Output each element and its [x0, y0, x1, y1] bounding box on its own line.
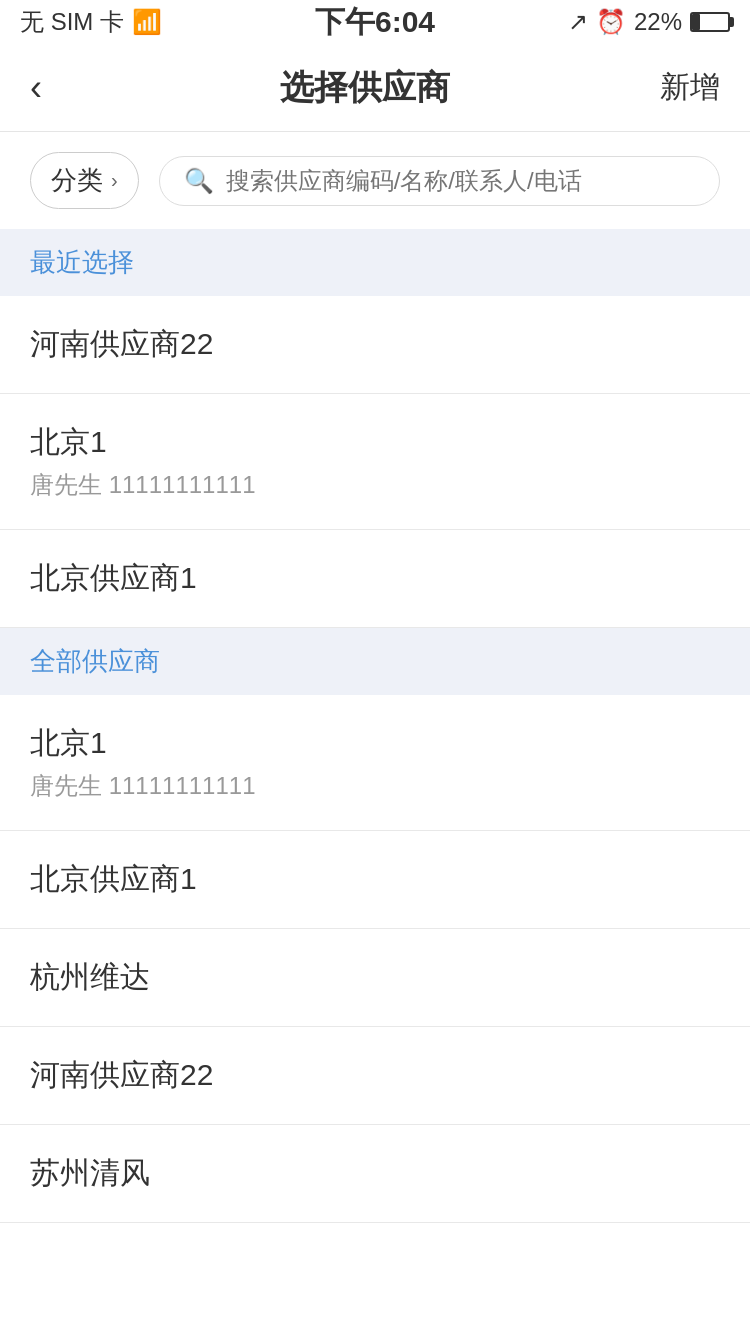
recent-section-header: 最近选择 — [0, 229, 750, 296]
status-left: 无 SIM 卡 📶 — [20, 6, 162, 38]
battery-percent: 22% — [634, 8, 682, 36]
item-name: 北京1 — [30, 422, 720, 463]
list-item[interactable]: 苏州清风 — [0, 1125, 750, 1223]
item-sub: 唐先生 11111111111 — [30, 770, 720, 802]
all-section-header: 全部供应商 — [0, 628, 750, 695]
item-name: 杭州维达 — [30, 957, 720, 998]
list-item[interactable]: 河南供应商22 — [0, 296, 750, 394]
list-item[interactable]: 北京供应商1 — [0, 530, 750, 628]
chevron-right-icon: › — [111, 169, 118, 192]
item-name: 北京1 — [30, 723, 720, 764]
list-item[interactable]: 北京供应商1 — [0, 831, 750, 929]
location-icon: ↗ — [568, 8, 588, 36]
battery-fill — [692, 14, 700, 30]
nav-title: 选择供应商 — [280, 65, 450, 111]
nav-bar: ‹ 选择供应商 新增 — [0, 44, 750, 132]
add-button[interactable]: 新增 — [640, 67, 720, 108]
item-name: 北京供应商1 — [30, 558, 720, 599]
all-items-list: 北京1 唐先生 11111111111 北京供应商1 杭州维达河南供应商22 苏州清风 — [0, 695, 750, 1223]
recent-items-list: 河南供应商22 北京1 唐先生 11111111111 北京供应商1 — [0, 296, 750, 628]
item-name: 河南供应商22 — [30, 1055, 720, 1096]
search-input[interactable] — [226, 167, 695, 195]
list-item[interactable]: 杭州维达 — [0, 929, 750, 1027]
status-bar: 无 SIM 卡 📶 下午6:04 ↗ ⏰ 22% — [0, 0, 750, 44]
all-section-label: 全部供应商 — [30, 646, 160, 676]
wifi-icon: 📶 — [132, 8, 162, 36]
recent-section-label: 最近选择 — [30, 247, 134, 277]
alarm-icon: ⏰ — [596, 8, 626, 36]
item-name: 河南供应商22 — [30, 324, 720, 365]
back-button[interactable]: ‹ — [30, 67, 90, 109]
no-sim-label: 无 SIM 卡 — [20, 6, 124, 38]
category-filter[interactable]: 分类 › — [30, 152, 139, 209]
battery-bar — [690, 12, 730, 32]
filter-bar: 分类 › 🔍 — [0, 132, 750, 229]
item-sub: 唐先生 11111111111 — [30, 469, 720, 501]
list-item[interactable]: 北京1 唐先生 11111111111 — [0, 695, 750, 831]
status-right: ↗ ⏰ 22% — [568, 8, 730, 36]
status-time: 下午6:04 — [315, 2, 435, 43]
category-label: 分类 — [51, 163, 103, 198]
search-box: 🔍 — [159, 156, 720, 206]
item-name: 苏州清风 — [30, 1153, 720, 1194]
item-name: 北京供应商1 — [30, 859, 720, 900]
search-icon: 🔍 — [184, 167, 214, 195]
list-item[interactable]: 北京1 唐先生 11111111111 — [0, 394, 750, 530]
list-item[interactable]: 河南供应商22 — [0, 1027, 750, 1125]
